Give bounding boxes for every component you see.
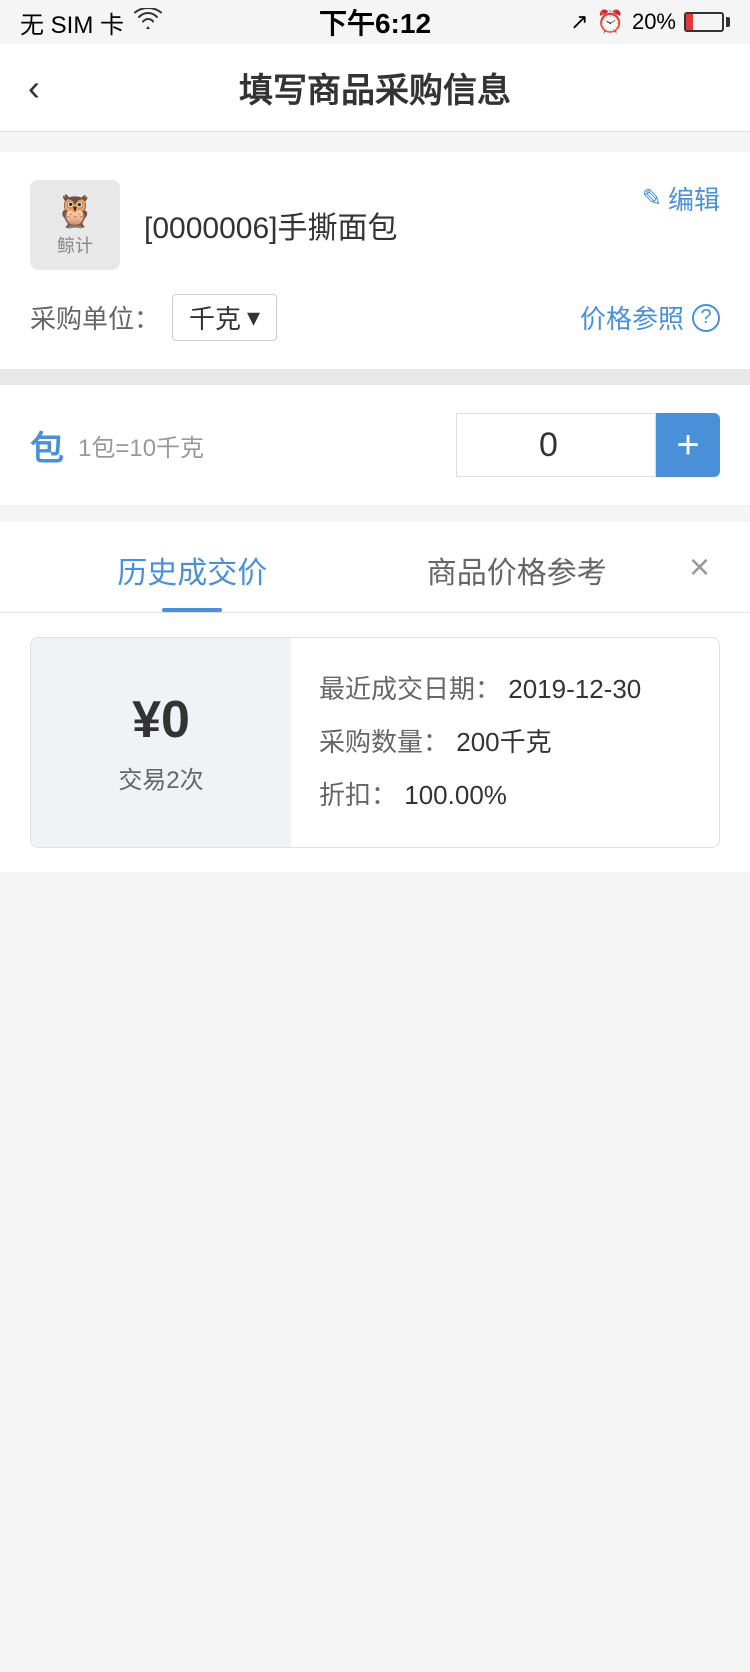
history-container: ¥0 交易2次 最近成交日期： 2019-12-30 采购数量： 200千克 折… bbox=[0, 613, 750, 872]
tab-history-price[interactable]: 历史成交价 bbox=[30, 522, 354, 612]
tab-panel: 历史成交价 商品价格参考 × ¥0 交易2次 最近成交日期： 2019-12-3… bbox=[0, 522, 750, 872]
status-left: 无 SIM 卡 bbox=[20, 5, 162, 40]
location-icon: ↗ bbox=[570, 9, 588, 35]
price-ref-button[interactable]: 价格参照 ? bbox=[580, 299, 720, 336]
history-card: ¥0 交易2次 最近成交日期： 2019-12-30 采购数量： 200千克 折… bbox=[30, 637, 720, 848]
tab-close-button[interactable]: × bbox=[679, 526, 720, 608]
trade-count: 交易2次 bbox=[118, 760, 203, 795]
quantity-detail-row: 采购数量： 200千克 bbox=[319, 723, 691, 762]
tab-product-price[interactable]: 商品价格参考 bbox=[354, 522, 678, 612]
bag-unit-conversion: 1包=10千克 bbox=[78, 428, 204, 463]
edit-icon: ✎ bbox=[642, 184, 662, 213]
product-image: 🦉 鲸计 bbox=[30, 180, 120, 270]
wifi-icon bbox=[134, 8, 162, 37]
history-right: 最近成交日期： 2019-12-30 采购数量： 200千克 折扣： 100.0… bbox=[291, 638, 719, 847]
main-content bbox=[0, 872, 750, 1672]
quantity-label: 包 1包=10千克 bbox=[30, 421, 204, 470]
edit-button[interactable]: ✎ 编辑 bbox=[642, 180, 720, 217]
product-top: 🦉 鲸计 [0000006]手撕面包 ✎ 编辑 bbox=[30, 180, 720, 270]
unit-label: 采购单位： bbox=[30, 299, 160, 336]
unit-row: 采购单位： 千克 ▾ bbox=[30, 294, 277, 341]
quantity-input[interactable] bbox=[456, 413, 656, 477]
product-name: [0000006]手撕面包 bbox=[144, 203, 397, 247]
status-right: ↗ ⏰ 20% bbox=[570, 9, 730, 35]
recent-date-row: 最近成交日期： 2019-12-30 bbox=[319, 670, 691, 709]
battery-icon bbox=[684, 12, 730, 32]
dropdown-icon: ▾ bbox=[247, 302, 260, 333]
page-title: 填写商品采购信息 bbox=[239, 63, 511, 112]
nav-bar: ‹ 填写商品采购信息 bbox=[0, 44, 750, 132]
unit-select[interactable]: 千克 ▾ bbox=[172, 294, 277, 341]
product-bottom: 采购单位： 千克 ▾ 价格参照 ? bbox=[30, 294, 720, 341]
carrier-text: 无 SIM 卡 bbox=[20, 5, 124, 40]
history-left: ¥0 交易2次 bbox=[31, 638, 291, 847]
bag-icon: 包 bbox=[30, 421, 64, 470]
product-left: 🦉 鲸计 [0000006]手撕面包 bbox=[30, 180, 397, 270]
quantity-row: 包 1包=10千克 + bbox=[0, 385, 750, 506]
tab-underline bbox=[162, 608, 222, 612]
tab-bar: 历史成交价 商品价格参考 × bbox=[0, 522, 750, 613]
discount-row: 折扣： 100.00% bbox=[319, 776, 691, 815]
product-card: 🦉 鲸计 [0000006]手撕面包 ✎ 编辑 采购单位： 千克 ▾ 价格参照 … bbox=[0, 152, 750, 369]
help-icon: ? bbox=[692, 304, 720, 332]
product-logo-text: 鲸计 bbox=[57, 232, 93, 258]
history-price: ¥0 bbox=[132, 690, 190, 750]
product-logo-icon: 🦉 bbox=[55, 192, 95, 230]
quantity-plus-button[interactable]: + bbox=[656, 413, 720, 477]
status-bar: 无 SIM 卡 下午6:12 ↗ ⏰ 20% bbox=[0, 0, 750, 44]
back-button[interactable]: ‹ bbox=[28, 67, 40, 109]
battery-percent: 20% bbox=[632, 9, 676, 35]
status-time: 下午6:12 bbox=[319, 2, 431, 42]
quantity-input-row: + bbox=[456, 413, 720, 477]
section-divider bbox=[0, 369, 750, 385]
alarm-icon: ⏰ bbox=[597, 9, 624, 35]
